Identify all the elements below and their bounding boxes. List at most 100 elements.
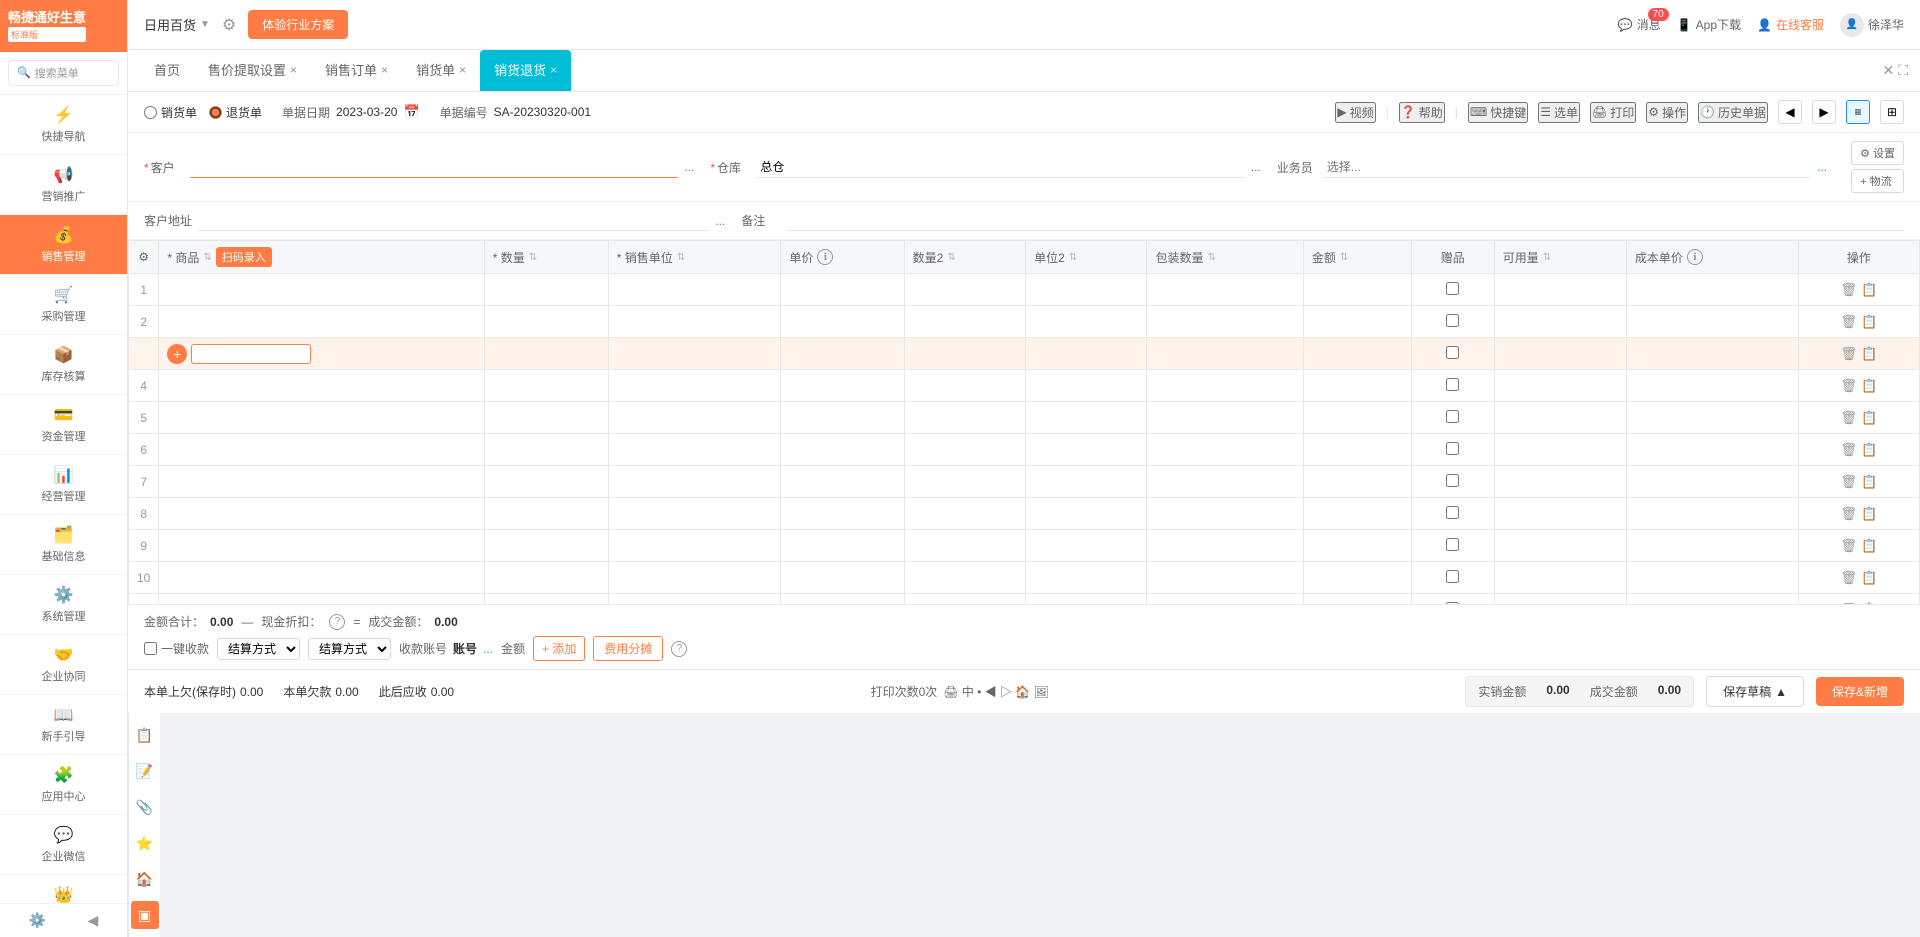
row-pkgqty-10[interactable] (1147, 562, 1303, 594)
sidebar-collapse-btn[interactable]: ◀ (88, 912, 99, 929)
help-btn[interactable]: ❓ 帮助 (1399, 102, 1445, 123)
tab-saleorder-close[interactable]: × (381, 63, 388, 77)
fullscreen-btn[interactable]: ⛶ (1898, 62, 1908, 79)
row-pkgqty-11[interactable] (1147, 594, 1303, 605)
add-row-btn[interactable]: + (167, 344, 187, 364)
row-amount-6[interactable] (1303, 434, 1411, 466)
row-unit2-4[interactable] (1026, 370, 1147, 402)
row-unit2-9[interactable] (1026, 530, 1147, 562)
row-price-4[interactable] (781, 370, 904, 402)
row-qty2-1[interactable] (904, 274, 1025, 306)
row-copy-btn-6[interactable]: 📋 (1861, 442, 1877, 458)
row-goods-1[interactable] (159, 274, 484, 306)
row-copy-btn-8[interactable]: 📋 (1861, 506, 1877, 522)
row-amount-3[interactable] (1303, 338, 1411, 370)
row-goods-7[interactable] (159, 466, 484, 498)
calc-help-icon[interactable]: ? (329, 614, 345, 630)
row-unit2-6[interactable] (1026, 434, 1147, 466)
row-unit-7[interactable] (608, 466, 781, 498)
sidebar-item-purchase[interactable]: 🛒 采购管理 (0, 275, 127, 335)
row-gift-check-10[interactable] (1446, 570, 1459, 583)
date-picker-btn[interactable]: 📅 (403, 104, 419, 120)
row-gift-check-7[interactable] (1446, 474, 1459, 487)
row-cost-2[interactable] (1626, 306, 1798, 338)
row-available-6[interactable] (1494, 434, 1626, 466)
row-gift-check-9[interactable] (1446, 538, 1459, 551)
right-icon-favorite[interactable]: ⭐ (131, 829, 159, 857)
row-pkgqty-2[interactable] (1147, 306, 1303, 338)
radio-return[interactable]: 退货单 (209, 104, 262, 121)
row-qty-1[interactable] (484, 274, 608, 306)
row-cost-11[interactable] (1626, 594, 1798, 605)
row-goods-2[interactable] (159, 306, 484, 338)
row-delete-btn-2[interactable]: 🗑 (1840, 314, 1857, 330)
row-qty-5[interactable] (484, 402, 608, 434)
video-btn[interactable]: ▶ 视频 (1335, 102, 1375, 123)
tab-saleorder[interactable]: 销售订单 × (311, 50, 402, 91)
row-cost-3[interactable] (1626, 338, 1798, 370)
row-qty-6[interactable] (484, 434, 608, 466)
row-goods-4[interactable] (159, 370, 484, 402)
row-gift-7[interactable] (1411, 466, 1494, 498)
row-cost-4[interactable] (1626, 370, 1798, 402)
row-qty-3[interactable] (484, 338, 608, 370)
row-amount-10[interactable] (1303, 562, 1411, 594)
row-available-5[interactable] (1494, 402, 1626, 434)
row-goods-3[interactable]: + (159, 338, 484, 370)
quick-pay-checkbox[interactable]: 一键收款 (144, 640, 209, 657)
print-btn[interactable]: 🖨 打印 (1590, 102, 1636, 123)
user-profile-btn[interactable]: 👤 徐泽华 (1840, 13, 1904, 37)
row-qty2-5[interactable] (904, 402, 1025, 434)
row-unit-2[interactable] (608, 306, 781, 338)
row-pkgqty-5[interactable] (1147, 402, 1303, 434)
unit2-sort-icon[interactable]: ⇅ (1069, 252, 1077, 263)
row-gift-2[interactable] (1411, 306, 1494, 338)
fee-split-btn[interactable]: 费用分摊 (593, 636, 663, 661)
row-gift-5[interactable] (1411, 402, 1494, 434)
row-qty2-4[interactable] (904, 370, 1025, 402)
note-input[interactable] (787, 210, 1904, 231)
sidebar-item-partner[interactable]: 🤝 企业协同 (0, 635, 127, 695)
select-btn[interactable]: ☰ 选单 (1538, 102, 1580, 123)
customer-lookup-btn[interactable]: ... (684, 160, 694, 174)
row-delete-btn-6[interactable]: 🗑 (1840, 442, 1857, 458)
row-available-9[interactable] (1494, 530, 1626, 562)
row-goods-6[interactable] (159, 434, 484, 466)
add-payment-btn[interactable]: + 添加 (533, 636, 585, 661)
calc-method-select[interactable]: 结算方式 (308, 638, 391, 660)
list-view-btn[interactable]: ≡ (1846, 100, 1870, 124)
row-available-1[interactable] (1494, 274, 1626, 306)
row-copy-btn-5[interactable]: 📋 (1861, 410, 1877, 426)
quick-pay-input[interactable] (144, 642, 157, 655)
row-price-9[interactable] (781, 530, 904, 562)
row-amount-1[interactable] (1303, 274, 1411, 306)
row-goods-8[interactable] (159, 498, 484, 530)
row-copy-btn-9[interactable]: 📋 (1861, 538, 1877, 554)
row-goods-11[interactable] (159, 594, 484, 605)
app-download-btn[interactable]: 📱 App下载 (1677, 16, 1741, 33)
fee-help-icon[interactable]: ? (671, 641, 687, 657)
row-goods-9[interactable] (159, 530, 484, 562)
customer-input[interactable] (190, 157, 678, 178)
row-unit-6[interactable] (608, 434, 781, 466)
address-lookup-btn[interactable]: ... (715, 214, 725, 228)
sidebar-item-guide[interactable]: 📖 新手引导 (0, 695, 127, 755)
row-qty2-7[interactable] (904, 466, 1025, 498)
row-gift-check-1[interactable] (1446, 282, 1459, 295)
shortcut-btn[interactable]: ⌨ 快捷键 (1468, 102, 1528, 123)
right-icon-orange[interactable]: ▣ (131, 901, 159, 929)
row-copy-btn-2[interactable]: 📋 (1861, 314, 1877, 330)
row-unit2-7[interactable] (1026, 466, 1147, 498)
row-pkgqty-9[interactable] (1147, 530, 1303, 562)
prev-record-btn[interactable]: ◀ (1778, 100, 1802, 124)
address-input[interactable] (198, 210, 709, 231)
price-info-icon[interactable]: ℹ (817, 249, 833, 265)
row-delete-btn-3[interactable]: 🗑 (1840, 346, 1857, 362)
row-amount-7[interactable] (1303, 466, 1411, 498)
row-amount-2[interactable] (1303, 306, 1411, 338)
row-unit2-5[interactable] (1026, 402, 1147, 434)
tab-salereturn[interactable]: 销货退货 × (480, 50, 571, 91)
row-qty-4[interactable] (484, 370, 608, 402)
row-pkgqty-3[interactable] (1147, 338, 1303, 370)
warehouse-input[interactable]: 总仓 (756, 157, 1244, 178)
